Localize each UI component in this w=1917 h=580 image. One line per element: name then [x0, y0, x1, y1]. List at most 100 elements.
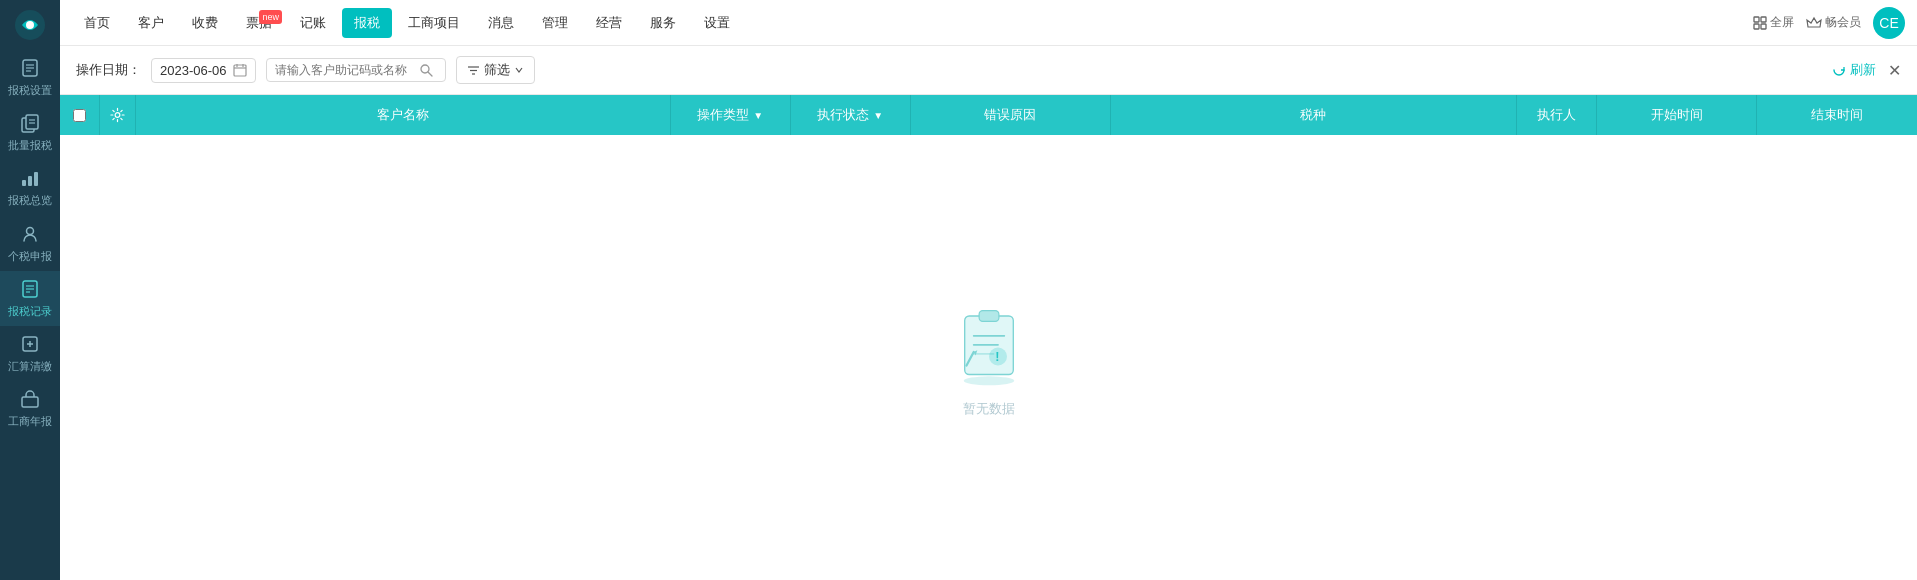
sidebar-item-baoshui-shezhi[interactable]: 报税设置: [0, 50, 60, 105]
svg-rect-24: [1754, 24, 1759, 29]
gongshang-nianbao-icon: [20, 389, 40, 412]
status-sort-icon: ▼: [873, 110, 883, 121]
search-icon: [419, 63, 433, 77]
topnav-item-baoshui[interactable]: 报税: [342, 8, 392, 38]
date-picker[interactable]: 2023-06-06: [151, 58, 256, 83]
table-container: 客户名称 操作类型 ▼ 执行状态 ▼ 错误原因 税种 执行人: [60, 95, 1917, 580]
svg-rect-26: [234, 65, 246, 76]
vip-button[interactable]: 畅会员: [1806, 14, 1861, 31]
sidebar-item-geshuishenb[interactable]: 个税申报: [0, 216, 60, 271]
svg-rect-7: [26, 115, 38, 129]
sidebar-item-gongshang-nianbao-label: 工商年报: [8, 415, 52, 428]
sidebar-item-piliang-baoshui[interactable]: 批量报税: [0, 105, 60, 160]
topnav-items: 首页 客户 收费 票据 new 记账 报税 工商项目 消息: [72, 8, 1753, 38]
th-settings[interactable]: [100, 95, 136, 135]
refresh-button[interactable]: 刷新: [1832, 61, 1876, 79]
refresh-label: 刷新: [1850, 61, 1876, 79]
baoshui-jilu-icon: [20, 279, 40, 302]
th-end-time: 结束时间: [1757, 95, 1917, 135]
toolbar-right: 刷新 ✕: [1832, 61, 1901, 80]
topnav-item-jingying[interactable]: 经营: [584, 8, 634, 38]
empty-state: ! 暂无数据: [904, 258, 1074, 458]
sidebar: 报税设置 批量报税 报税总览 个税申报 报税记录 汇算清缴 工商: [0, 0, 60, 580]
th-checkbox[interactable]: [60, 95, 100, 135]
svg-rect-11: [28, 176, 32, 186]
content: 操作日期： 2023-06-06 筛选 刷新 ✕: [60, 46, 1917, 580]
svg-rect-25: [1761, 24, 1766, 29]
th-tax-type: 税种: [1111, 95, 1517, 135]
empty-text: 暂无数据: [963, 400, 1015, 418]
svg-line-31: [428, 72, 432, 76]
select-all-checkbox[interactable]: [73, 109, 86, 122]
svg-text:!: !: [995, 350, 999, 364]
th-error-reason: 错误原因: [911, 95, 1111, 135]
svg-rect-10: [22, 180, 26, 186]
topnav-item-shezhi[interactable]: 设置: [692, 8, 742, 38]
sidebar-item-geshuishenb-label: 个税申报: [8, 250, 52, 263]
th-executor: 执行人: [1517, 95, 1597, 135]
svg-point-1: [26, 21, 34, 29]
th-exec-status[interactable]: 执行状态 ▼: [791, 95, 911, 135]
svg-point-35: [115, 113, 120, 118]
sidebar-item-baoshui-zonglan[interactable]: 报税总览: [0, 160, 60, 215]
filter-label: 筛选: [484, 61, 510, 79]
th-op-type[interactable]: 操作类型 ▼: [671, 95, 791, 135]
toolbar: 操作日期： 2023-06-06 筛选 刷新 ✕: [60, 46, 1917, 95]
topnav-item-piao[interactable]: 票据 new: [234, 8, 284, 38]
avatar-text: CE: [1879, 15, 1898, 31]
main-area: 首页 客户 收费 票据 new 记账 报税 工商项目 消息: [60, 0, 1917, 580]
search-box[interactable]: [266, 58, 446, 82]
filter-button[interactable]: 筛选: [456, 56, 535, 84]
topnav-item-fuwu[interactable]: 服务: [638, 8, 688, 38]
optype-sort-icon: ▼: [753, 110, 763, 121]
sidebar-item-baoshui-jilu[interactable]: 报税记录: [0, 271, 60, 326]
table-body: ! 暂无数据: [60, 135, 1917, 580]
topnav-item-client[interactable]: 客户: [126, 8, 176, 38]
topnav: 首页 客户 收费 票据 new 记账 报税 工商项目 消息: [60, 0, 1917, 46]
close-button[interactable]: ✕: [1888, 61, 1901, 80]
sidebar-item-baoshui-jilu-label: 报税记录: [8, 305, 52, 318]
date-value: 2023-06-06: [160, 63, 227, 78]
baoshui-zonglan-icon: [20, 168, 40, 191]
chevron-down-icon: [514, 65, 524, 75]
svg-point-36: [963, 376, 1013, 385]
svg-rect-38: [979, 310, 999, 321]
new-badge: new: [259, 10, 282, 24]
sidebar-item-baoshui-zonglan-label: 报税总览: [8, 194, 52, 207]
search-input[interactable]: [275, 63, 415, 77]
topnav-item-gongshang[interactable]: 工商项目: [396, 8, 472, 38]
topnav-item-shoufei[interactable]: 收费: [180, 8, 230, 38]
vip-label: 畅会员: [1825, 14, 1861, 31]
topnav-item-xiaox[interactable]: 消息: [476, 8, 526, 38]
th-client-name: 客户名称: [136, 95, 671, 135]
table-header: 客户名称 操作类型 ▼ 执行状态 ▼ 错误原因 税种 执行人: [60, 95, 1917, 135]
svg-point-13: [27, 227, 34, 234]
fullscreen-label: 全屏: [1770, 14, 1794, 31]
sidebar-item-gongshang-nianbao[interactable]: 工商年报: [0, 381, 60, 436]
filter-icon: [467, 64, 480, 77]
empty-illustration: !: [944, 298, 1034, 388]
th-start-time: 开始时间: [1597, 95, 1757, 135]
svg-rect-23: [1761, 17, 1766, 22]
sidebar-item-huisuan-jiaona[interactable]: 汇算清缴: [0, 326, 60, 381]
svg-rect-22: [1754, 17, 1759, 22]
settings-icon: [110, 107, 125, 123]
huisuan-jiaona-icon: [20, 334, 40, 357]
topnav-item-jizhang[interactable]: 记账: [288, 8, 338, 38]
sidebar-item-huisuan-jiaona-label: 汇算清缴: [8, 360, 52, 373]
sidebar-item-piliang-baoshui-label: 批量报税: [8, 139, 52, 152]
fullscreen-button[interactable]: 全屏: [1753, 14, 1794, 31]
topnav-item-home[interactable]: 首页: [72, 8, 122, 38]
avatar[interactable]: CE: [1873, 7, 1905, 39]
topnav-item-guanl[interactable]: 管理: [530, 8, 580, 38]
app-logo: [0, 0, 60, 50]
date-label: 操作日期：: [76, 61, 141, 79]
topnav-right: 全屏 畅会员 CE: [1753, 7, 1905, 39]
sidebar-item-baoshui-shezhi-label: 报税设置: [8, 84, 52, 97]
calendar-icon: [233, 63, 247, 77]
piliang-baoshui-icon: [20, 113, 40, 136]
geshuishenb-icon: [20, 224, 40, 247]
refresh-icon: [1832, 63, 1846, 77]
svg-rect-21: [22, 397, 38, 407]
baoshui-shezhi-icon: [20, 58, 40, 81]
